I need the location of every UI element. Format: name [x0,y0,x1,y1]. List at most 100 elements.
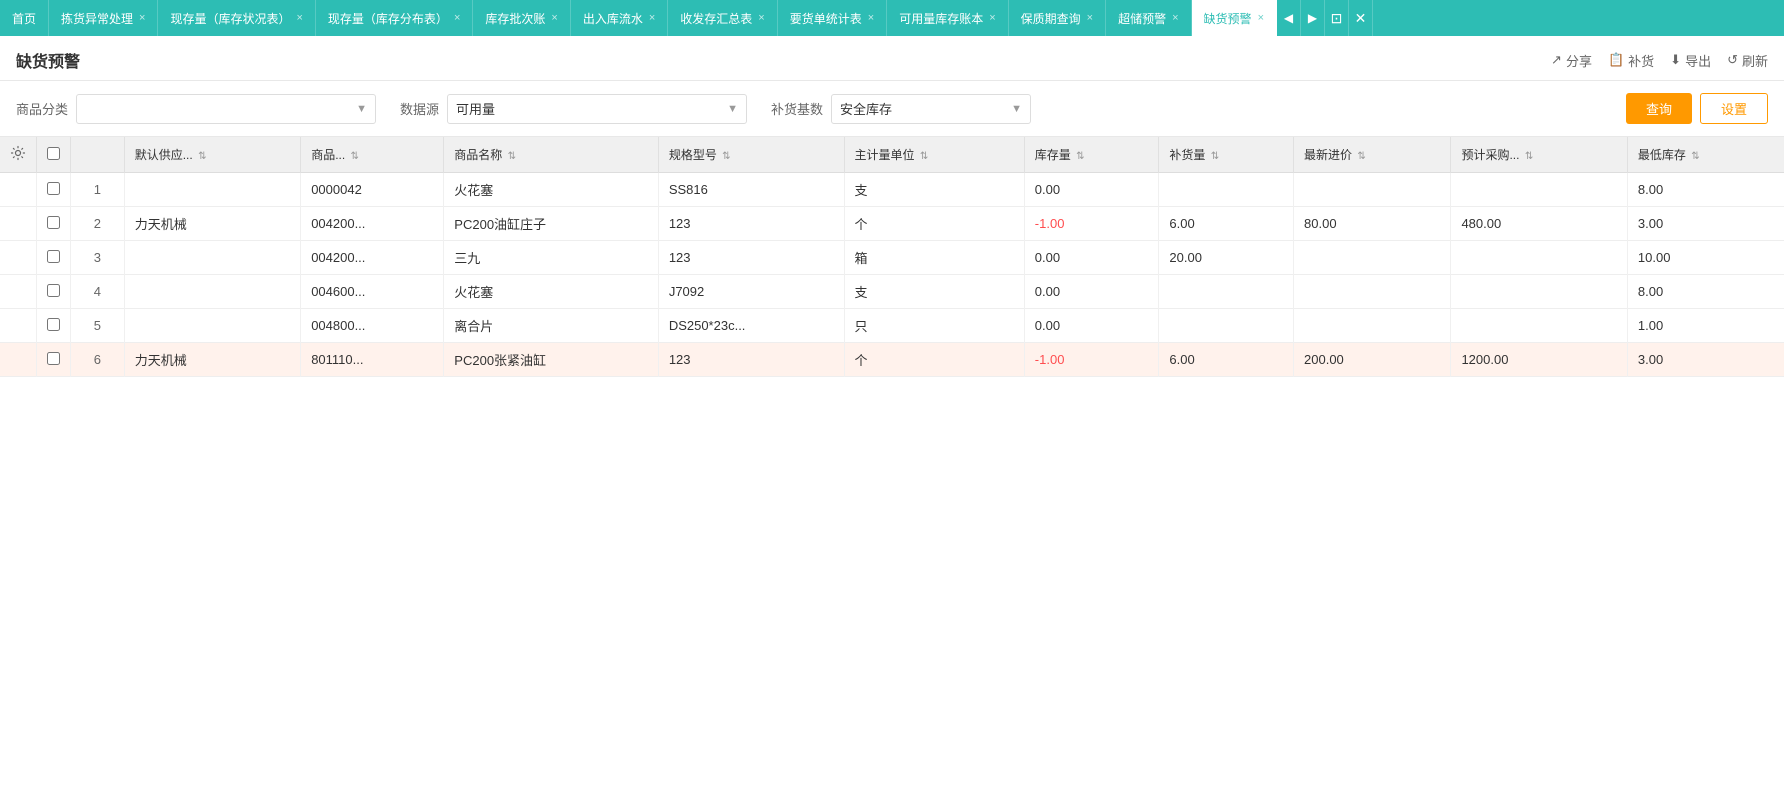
row-stock-cell: 0.00 [1024,309,1159,343]
row-num-cell: 5 [71,309,125,343]
datasource-select[interactable]: 可用量 ▼ [447,94,747,124]
row-min-stock-cell: 10.00 [1627,241,1784,275]
row-checkbox[interactable] [47,182,60,195]
row-checkbox-cell[interactable] [37,207,71,241]
tab-order-stats[interactable]: 要货单统计表 × [778,0,887,36]
replenish-base-select-value: 安全库存 [840,99,892,118]
query-button[interactable]: 查询 [1626,93,1692,124]
col-spec[interactable]: 规格型号 ⇅ [658,137,844,173]
tab-window-button[interactable]: ⊡ [1325,0,1349,36]
row-checkbox[interactable] [47,352,60,365]
table-row: 3 004200... 三九 123 箱 0.00 20.00 10.00 [0,241,1784,275]
tab-available-ledger[interactable]: 可用量库存账本 × [887,0,1008,36]
row-replenish-qty-cell: 6.00 [1159,207,1294,241]
tab-collect-summary[interactable]: 收发存汇总表 × [668,0,777,36]
col-min-stock[interactable]: 最低库存 ⇅ [1627,137,1784,173]
tab-close-all-button[interactable]: ✕ [1349,0,1373,36]
row-num-cell: 6 [71,343,125,377]
row-settings-cell [0,275,37,309]
col-product-name[interactable]: 商品名称 ⇅ [444,137,659,173]
close-icon[interactable]: × [454,12,460,24]
col-replenish-qty[interactable]: 补货量 ⇅ [1159,137,1294,173]
datasource-filter-group: 数据源 可用量 ▼ [400,94,747,124]
tab-home[interactable]: 首页 [0,0,49,36]
row-checkbox[interactable] [47,216,60,229]
col-stock[interactable]: 库存量 ⇅ [1024,137,1159,173]
close-icon[interactable]: × [758,12,764,24]
tab-inout-flow[interactable]: 出入库流水 × [571,0,668,36]
row-product-code-cell: 004600... [301,275,444,309]
close-icon[interactable]: × [551,12,557,24]
table-container: 默认供应... ⇅ 商品... ⇅ 商品名称 ⇅ 规格型号 ⇅ [0,137,1784,377]
tab-bar: 首页 拣货异常处理 × 现存量（库存状况表） × 现存量（库存分布表） × 库存… [0,0,1784,36]
share-icon: ↗ [1551,52,1562,68]
row-checkbox-cell[interactable] [37,275,71,309]
row-settings-cell [0,207,37,241]
col-supplier[interactable]: 默认供应... ⇅ [124,137,300,173]
row-supplier-cell: 力天机械 [124,207,300,241]
col-checkbox[interactable] [37,137,71,173]
close-icon[interactable]: × [139,12,145,24]
tab-overstock[interactable]: 超储预警 × [1106,0,1191,36]
row-stock-cell: 0.00 [1024,173,1159,207]
close-icon[interactable]: × [1258,12,1264,24]
table-row: 5 004800... 离合片 DS250*23c... 只 0.00 1.00 [0,309,1784,343]
row-stock-cell: 0.00 [1024,241,1159,275]
row-product-name-cell: 离合片 [444,309,659,343]
sort-icon: ⇅ [198,151,206,162]
row-replenish-qty-cell [1159,173,1294,207]
row-settings-cell [0,343,37,377]
close-icon[interactable]: × [1087,12,1093,24]
sort-icon: ⇅ [508,151,516,162]
tab-exception[interactable]: 拣货异常处理 × [49,0,158,36]
category-select[interactable]: ▼ [76,94,376,124]
close-icon[interactable]: × [989,12,995,24]
row-spec-cell: 123 [658,343,844,377]
col-row-num [71,137,125,173]
col-unit[interactable]: 主计量单位 ⇅ [844,137,1024,173]
row-checkbox[interactable] [47,284,60,297]
tab-inventory-dist[interactable]: 现存量（库存分布表） × [316,0,473,36]
tab-shortage[interactable]: 缺货预警 × [1192,0,1277,36]
replenish-button[interactable]: 📋 补货 [1608,51,1654,70]
row-stock-cell: 0.00 [1024,275,1159,309]
tab-prev-button[interactable]: ◀ [1277,0,1301,36]
tab-inventory-status[interactable]: 现存量（库存状况表） × [158,0,315,36]
tab-batch-account[interactable]: 库存批次账 × [473,0,570,36]
close-icon[interactable]: × [1172,12,1178,24]
tab-next-button[interactable]: ▶ [1301,0,1325,36]
header-actions: ↗ 分享 📋 补货 ⬇ 导出 ↺ 刷新 [1551,51,1768,70]
col-latest-price[interactable]: 最新进价 ⇅ [1294,137,1451,173]
row-checkbox[interactable] [47,250,60,263]
datasource-filter-label: 数据源 [400,99,439,118]
share-button[interactable]: ↗ 分享 [1551,51,1592,70]
export-button[interactable]: ⬇ 导出 [1670,51,1711,70]
row-checkbox-cell[interactable] [37,343,71,377]
row-unit-cell: 支 [844,173,1024,207]
row-checkbox-cell[interactable] [37,309,71,343]
settings-button[interactable]: 设置 [1700,93,1768,124]
row-min-stock-cell: 3.00 [1627,343,1784,377]
sort-icon: ⇅ [1691,151,1699,162]
row-supplier-cell: 力天机械 [124,343,300,377]
tab-expiry-query[interactable]: 保质期查询 × [1009,0,1106,36]
row-checkbox-cell[interactable] [37,241,71,275]
row-replenish-qty-cell: 6.00 [1159,343,1294,377]
col-est-purchase[interactable]: 预计采购... ⇅ [1451,137,1627,173]
col-product-code[interactable]: 商品... ⇅ [301,137,444,173]
category-filter-group: 商品分类 ▼ [16,94,376,124]
select-all-checkbox[interactable] [47,147,60,160]
replenish-base-select[interactable]: 安全库存 ▼ [831,94,1031,124]
row-checkbox-cell[interactable] [37,173,71,207]
row-min-stock-cell: 8.00 [1627,275,1784,309]
col-settings[interactable] [0,137,37,173]
chevron-down-icon: ▼ [1011,103,1022,115]
close-icon[interactable]: × [649,12,655,24]
close-icon[interactable]: × [868,12,874,24]
row-unit-cell: 只 [844,309,1024,343]
refresh-button[interactable]: ↺ 刷新 [1727,51,1768,70]
sort-icon: ⇅ [920,151,928,162]
row-checkbox[interactable] [47,318,60,331]
row-est-purchase-cell: 480.00 [1451,207,1627,241]
close-icon[interactable]: × [296,12,302,24]
